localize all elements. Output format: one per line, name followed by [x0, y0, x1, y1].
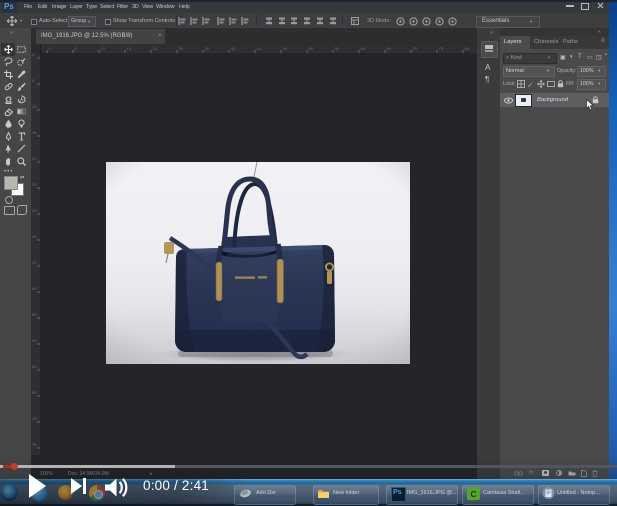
svg-text:65: 65 [387, 46, 392, 51]
svg-text:15: 15 [32, 130, 37, 135]
svg-text:20: 20 [32, 156, 37, 161]
svg-text:55: 55 [32, 338, 37, 343]
svg-text:60: 60 [361, 46, 366, 51]
svg-text:30: 30 [32, 208, 37, 213]
svg-text:45: 45 [283, 46, 288, 51]
svg-text:75: 75 [32, 442, 37, 447]
svg-text:80: 80 [465, 46, 470, 51]
svg-text:20: 20 [153, 46, 158, 51]
svg-text:60: 60 [32, 364, 37, 369]
svg-text:10: 10 [32, 104, 37, 109]
svg-text:65: 65 [32, 390, 37, 395]
svg-text:50: 50 [32, 312, 37, 317]
svg-text:15: 15 [127, 46, 132, 51]
svg-text:70: 70 [413, 46, 418, 51]
svg-text:35: 35 [231, 46, 236, 51]
svg-text:70: 70 [32, 416, 37, 421]
svg-text:75: 75 [439, 46, 444, 51]
svg-text:5: 5 [75, 46, 78, 51]
svg-text:25: 25 [32, 182, 37, 187]
svg-text:50: 50 [309, 46, 314, 51]
svg-text:25: 25 [179, 46, 184, 51]
svg-text:40: 40 [257, 46, 262, 51]
svg-text:40: 40 [32, 260, 37, 265]
svg-text:0: 0 [49, 46, 52, 51]
svg-text:30: 30 [205, 46, 210, 51]
svg-text:10: 10 [101, 46, 106, 51]
svg-text:45: 45 [32, 286, 37, 291]
svg-text:55: 55 [335, 46, 340, 51]
svg-text:35: 35 [32, 234, 37, 239]
svg-text:5: 5 [32, 78, 35, 83]
